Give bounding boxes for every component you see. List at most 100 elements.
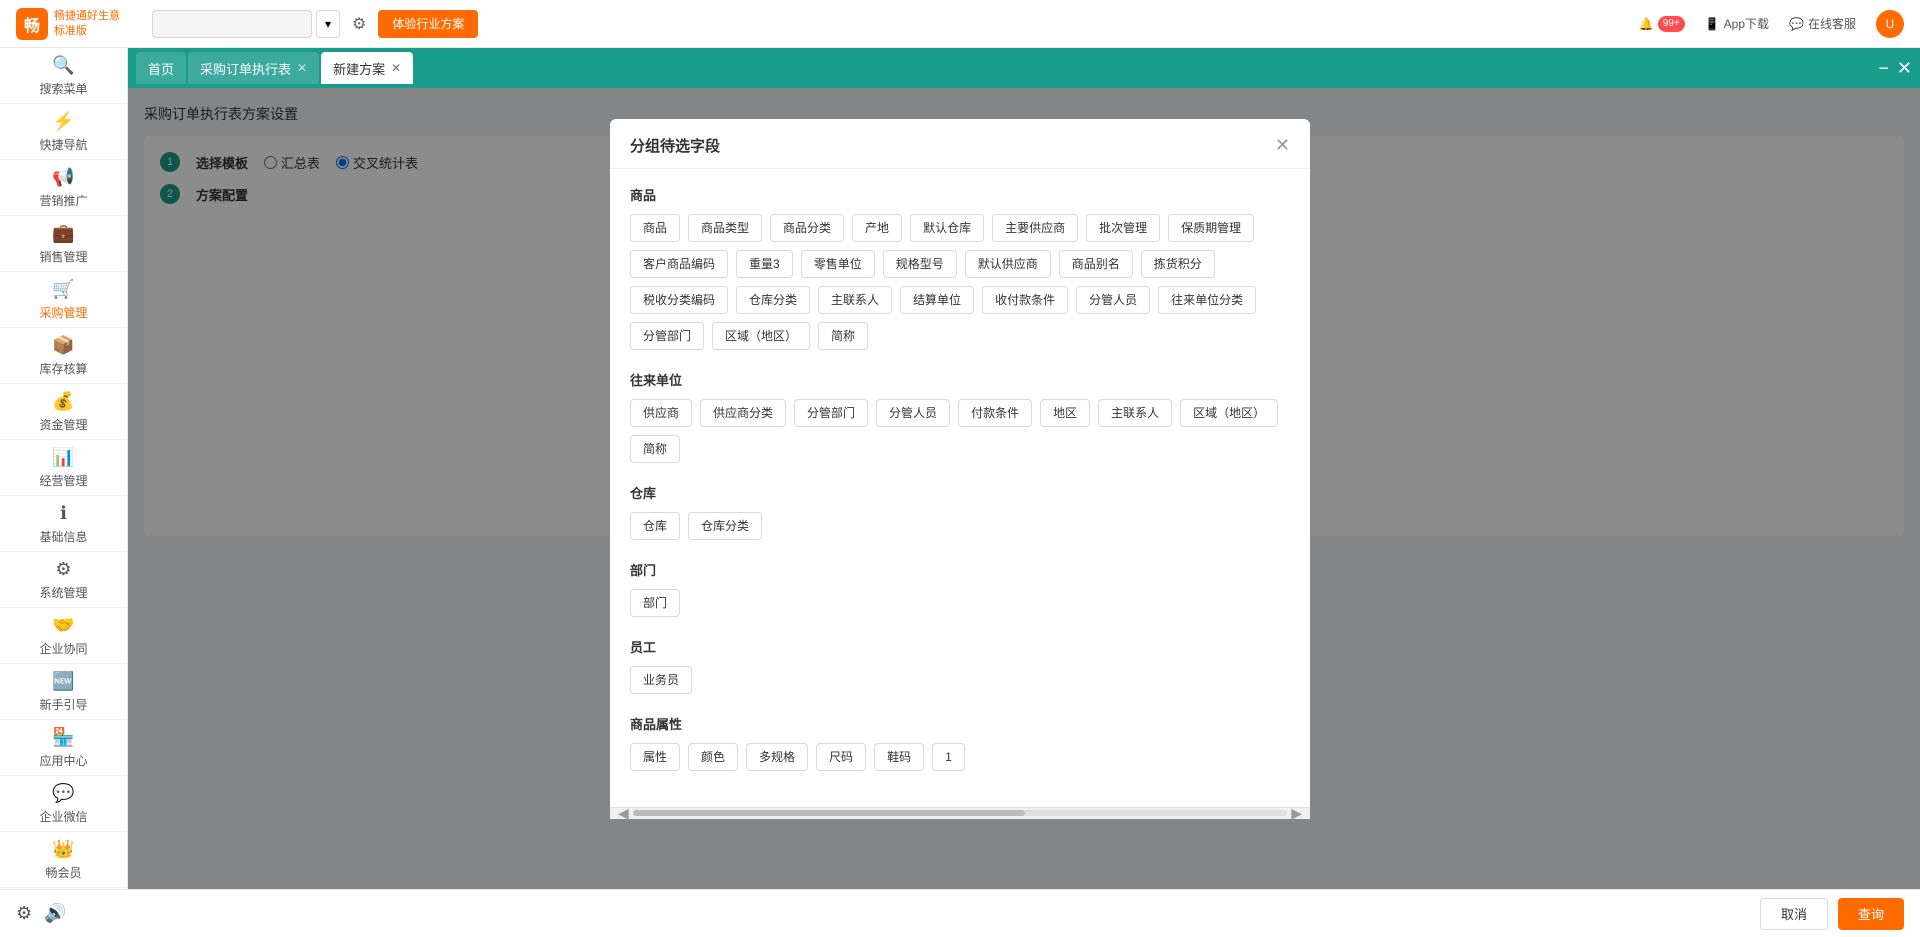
chip-拣货积分[interactable]: 拣货积分 — [1141, 250, 1215, 278]
tabs-bar: 首页 采购订单执行表 ✕ 新建方案 ✕ − ✕ — [128, 48, 1920, 88]
chip-分管人员[interactable]: 分管人员 — [1076, 286, 1150, 314]
field-chips-商品: 商品商品类型商品分类产地默认仓库主要供应商批次管理保质期管理客户商品编码重量3 零… — [630, 214, 1290, 350]
hscroll-right-icon[interactable]: ▶ — [1287, 805, 1306, 822]
sidebar-item-finance[interactable]: 💰 资金管理 — [0, 384, 127, 440]
sidebar-item-system[interactable]: ⚙ 系统管理 — [0, 552, 127, 608]
sidebar-item-basic-info[interactable]: ℹ 基础信息 — [0, 496, 127, 552]
chip-尺码[interactable]: 尺码 — [816, 743, 866, 771]
chip-地区[interactable]: 地区 — [1040, 399, 1090, 427]
chip-分管人员[interactable]: 分管人员 — [876, 399, 950, 427]
sidebar-item-sales[interactable]: 💼 销售管理 — [0, 216, 127, 272]
chip-简称[interactable]: 简称 — [630, 435, 680, 463]
chip-规格型号[interactable]: 规格型号 — [883, 250, 957, 278]
chip-仓库分类[interactable]: 仓库分类 — [688, 512, 762, 540]
chip-保质期管理[interactable]: 保质期管理 — [1168, 214, 1254, 242]
chip-1[interactable]: 1 — [932, 743, 965, 771]
chip-客户商品编码[interactable]: 客户商品编码 — [630, 250, 728, 278]
bottom-left: ⚙ 🔊 — [16, 903, 67, 924]
sidebar-item-app-center[interactable]: 🏪 应用中心 — [0, 720, 127, 776]
tab-new-plan[interactable]: 新建方案 ✕ — [321, 52, 413, 84]
chip-区域（地区）[interactable]: 区域（地区） — [1180, 399, 1278, 427]
tab-purchase-order[interactable]: 采购订单执行表 ✕ — [188, 52, 319, 84]
chip-分管部门[interactable]: 分管部门 — [794, 399, 868, 427]
chip-简称[interactable]: 简称 — [818, 322, 868, 350]
modal-hscroll[interactable]: ◀ ▶ — [610, 807, 1310, 819]
chip-业务员[interactable]: 业务员 — [630, 666, 692, 694]
sidebar-item-inventory[interactable]: 📦 库存核算 — [0, 328, 127, 384]
section-商品: 商品商品商品类型商品分类产地默认仓库主要供应商批次管理保质期管理客户商品编码重量… — [630, 185, 1290, 350]
chip-商品类型[interactable]: 商品类型 — [688, 214, 762, 242]
sidebar-item-guide[interactable]: 🆕 新手引导 — [0, 664, 127, 720]
section-title-仓库: 仓库 — [630, 483, 1290, 502]
chip-重量3[interactable]: 重量3 — [736, 250, 793, 278]
chip-产地[interactable]: 产地 — [852, 214, 902, 242]
header-right: 🔔 99+ 📱 App下载 💬 在线客服 U — [1639, 10, 1904, 38]
chip-商品[interactable]: 商品 — [630, 214, 680, 242]
chip-默认供应商[interactable]: 默认供应商 — [965, 250, 1051, 278]
trial-button[interactable]: 体验行业方案 — [378, 10, 478, 38]
tab-close-all-icon[interactable]: ✕ — [1897, 58, 1912, 79]
chip-主联系人[interactable]: 主联系人 — [1098, 399, 1172, 427]
sidebar-item-wechat[interactable]: 💬 企业微信 — [0, 776, 127, 832]
chip-批次管理[interactable]: 批次管理 — [1086, 214, 1160, 242]
chip-部门[interactable]: 部门 — [630, 589, 680, 617]
logo-area: 畅 畅捷通好生意 标准版 — [16, 8, 144, 40]
chip-结算单位[interactable]: 结算单位 — [900, 286, 974, 314]
chip-收付款条件[interactable]: 收付款条件 — [982, 286, 1068, 314]
chip-往来单位分类[interactable]: 往来单位分类 — [1158, 286, 1256, 314]
settings-icon[interactable]: ⚙ — [352, 14, 366, 34]
sidebar-item-quick-nav[interactable]: ⚡ 快捷导航 — [0, 104, 127, 160]
modal-header: 分组待选字段 ✕ — [610, 119, 1310, 169]
chip-区域（地区）[interactable]: 区域（地区） — [712, 322, 810, 350]
hscroll-thumb[interactable] — [633, 810, 1026, 816]
chip-付款条件[interactable]: 付款条件 — [958, 399, 1032, 427]
chip-分管部门[interactable]: 分管部门 — [630, 322, 704, 350]
chip-税收分类编码[interactable]: 税收分类编码 — [630, 286, 728, 314]
chip-主要供应商[interactable]: 主要供应商 — [992, 214, 1078, 242]
chip-商品分类[interactable]: 商品分类 — [770, 214, 844, 242]
notification-item[interactable]: 🔔 99+ — [1639, 16, 1685, 32]
sidebar-item-search[interactable]: 🔍 搜索菜单 — [0, 48, 127, 104]
chip-零售单位[interactable]: 零售单位 — [801, 250, 875, 278]
search-dropdown[interactable]: ▾ — [316, 10, 340, 38]
hscroll-left-icon[interactable]: ◀ — [614, 805, 633, 822]
sidebar-item-operations[interactable]: 📊 经营管理 — [0, 440, 127, 496]
user-avatar[interactable]: U — [1876, 10, 1904, 38]
app-download-item[interactable]: 📱 App下载 — [1705, 15, 1769, 32]
online-service-item[interactable]: 💬 在线客服 — [1789, 15, 1856, 32]
chip-商品别名[interactable]: 商品别名 — [1059, 250, 1133, 278]
logo-icon: 畅 — [16, 8, 48, 40]
tab-minimize-icon[interactable]: − — [1878, 58, 1889, 79]
chip-默认仓库[interactable]: 默认仓库 — [910, 214, 984, 242]
chip-鞋码[interactable]: 鞋码 — [874, 743, 924, 771]
chip-多规格[interactable]: 多规格 — [746, 743, 808, 771]
chip-仓库[interactable]: 仓库 — [630, 512, 680, 540]
logo-text: 畅捷通好生意 标准版 — [54, 9, 120, 38]
modal-close-button[interactable]: ✕ — [1275, 135, 1290, 156]
tab-home[interactable]: 首页 — [136, 52, 186, 84]
sidebar-item-purchase[interactable]: 🛒 采购管理 — [0, 272, 127, 328]
cancel-button[interactable]: 取消 — [1760, 898, 1828, 930]
tab-new-plan-close-icon[interactable]: ✕ — [391, 61, 401, 75]
chip-主联系人[interactable]: 主联系人 — [818, 286, 892, 314]
chip-供应商[interactable]: 供应商 — [630, 399, 692, 427]
chip-属性[interactable]: 属性 — [630, 743, 680, 771]
sidebar-item-collab[interactable]: 🤝 企业协同 — [0, 608, 127, 664]
field-chips-商品属性: 属性颜色多规格尺码鞋码 1 — [630, 743, 1290, 771]
notification-badge: 99+ — [1658, 16, 1685, 32]
bottom-audio-icon[interactable]: 🔊 — [44, 903, 66, 924]
field-chips-部门: 部门 — [630, 589, 1290, 617]
top-header: 畅 畅捷通好生意 标准版 ▾ ⚙ 体验行业方案 🔔 99+ 📱 App下载 💬 … — [0, 0, 1920, 48]
search-input[interactable] — [152, 10, 312, 38]
confirm-button[interactable]: 查询 — [1838, 898, 1904, 930]
bottom-settings-icon[interactable]: ⚙ — [16, 903, 32, 924]
field-chips-仓库: 仓库仓库分类 — [630, 512, 1290, 540]
section-title-商品: 商品 — [630, 185, 1290, 204]
search-icon: 🔍 — [52, 55, 74, 76]
chip-仓库分类[interactable]: 仓库分类 — [736, 286, 810, 314]
chip-供应商分类[interactable]: 供应商分类 — [700, 399, 786, 427]
chip-颜色[interactable]: 颜色 — [688, 743, 738, 771]
sidebar-item-member[interactable]: 👑 畅会员 — [0, 832, 127, 888]
tab-purchase-close-icon[interactable]: ✕ — [297, 61, 307, 75]
sidebar-item-marketing[interactable]: 📢 营销推广 — [0, 160, 127, 216]
